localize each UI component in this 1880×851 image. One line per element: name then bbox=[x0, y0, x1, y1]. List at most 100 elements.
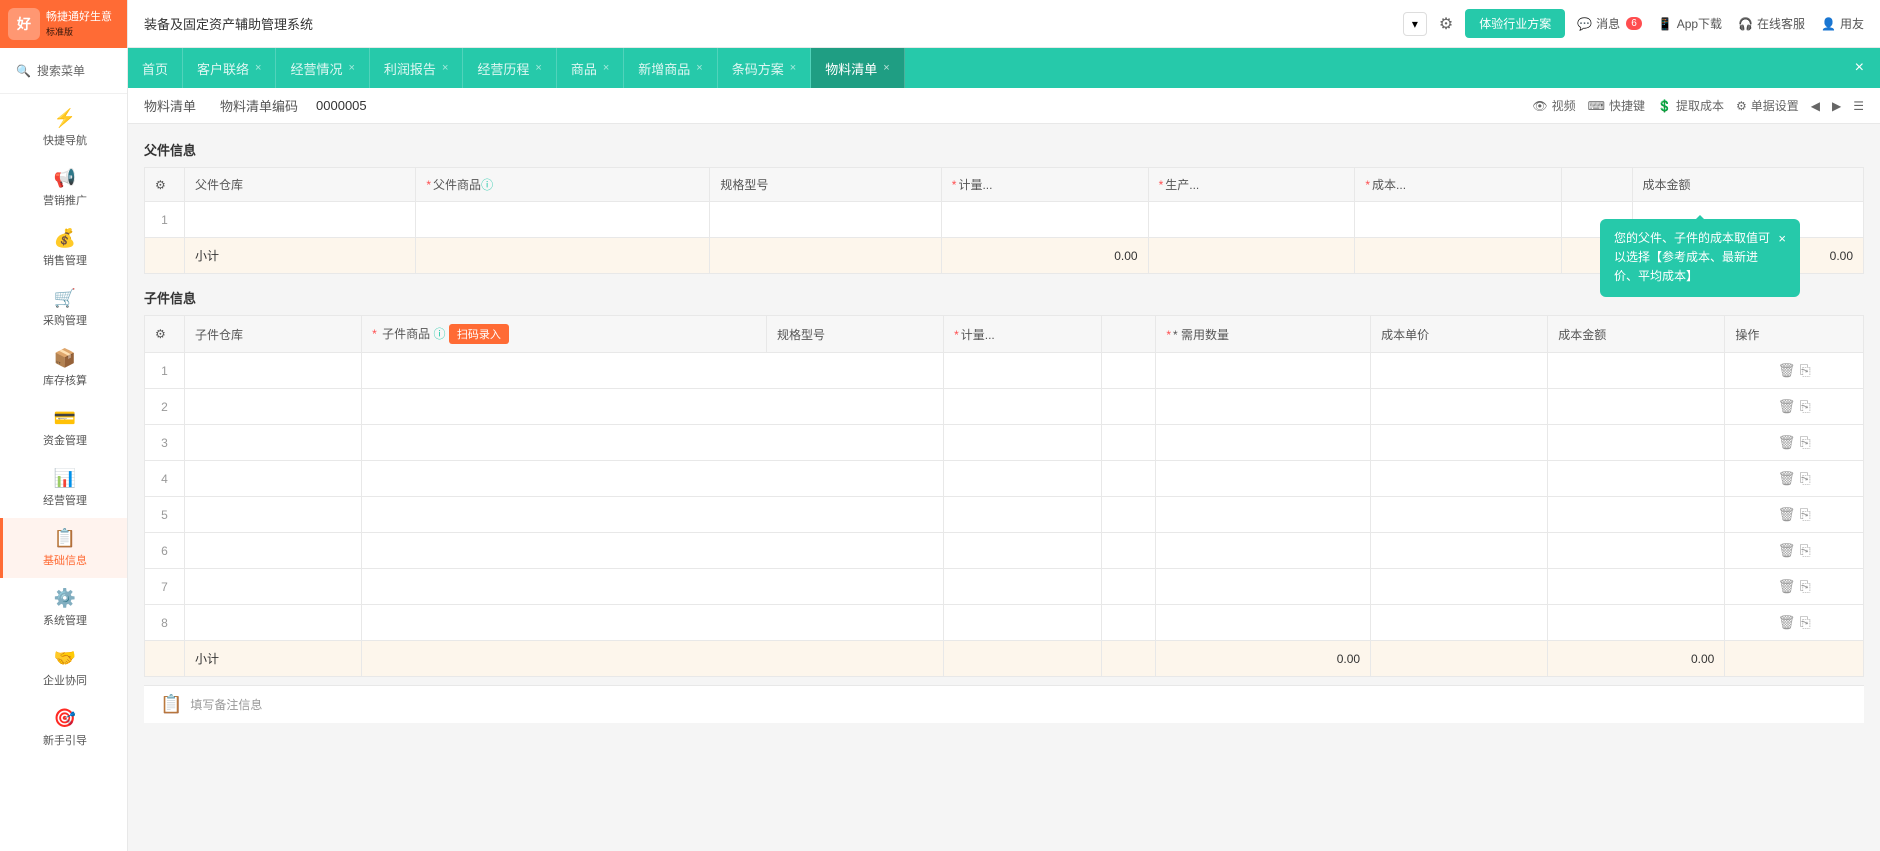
single-settings-action[interactable]: ⚙ 单据设置 bbox=[1736, 97, 1799, 114]
copy-icon[interactable]: ⎘ bbox=[1799, 470, 1810, 487]
nav-next[interactable]: ▶ bbox=[1832, 99, 1841, 113]
sidebar-item-system[interactable]: ⚙️ 系统管理 bbox=[0, 578, 127, 638]
tab-bom[interactable]: 物料清单 × bbox=[811, 48, 904, 88]
tab-goods-close[interactable]: × bbox=[603, 62, 609, 74]
child-row-goods[interactable] bbox=[362, 353, 944, 389]
child-row-quantity[interactable] bbox=[1156, 533, 1371, 569]
copy-icon[interactable]: ⎘ bbox=[1799, 614, 1810, 631]
child-row-goods[interactable] bbox=[362, 461, 944, 497]
child-row-spec[interactable] bbox=[944, 605, 1102, 641]
child-row-warehouse[interactable] bbox=[185, 425, 362, 461]
copy-icon[interactable]: ⎘ bbox=[1799, 434, 1810, 451]
tab-add-goods-close[interactable]: × bbox=[696, 62, 702, 74]
child-row-warehouse[interactable] bbox=[185, 605, 362, 641]
child-row-spec[interactable] bbox=[944, 461, 1102, 497]
tab-profit-close[interactable]: × bbox=[442, 62, 448, 74]
child-row-warehouse[interactable] bbox=[185, 569, 362, 605]
child-row-unit[interactable] bbox=[1102, 425, 1156, 461]
parent-row-1-goods[interactable] bbox=[416, 202, 710, 238]
system-dropdown[interactable]: ▾ bbox=[1403, 12, 1427, 36]
child-row-warehouse[interactable] bbox=[185, 353, 362, 389]
copy-icon[interactable]: ⎘ bbox=[1799, 578, 1810, 595]
child-row-quantity[interactable] bbox=[1156, 353, 1371, 389]
child-row-spec[interactable] bbox=[944, 533, 1102, 569]
child-row-warehouse[interactable] bbox=[185, 533, 362, 569]
child-th-settings[interactable]: ⚙ bbox=[145, 316, 185, 353]
tab-add-goods[interactable]: 新增商品 × bbox=[624, 48, 717, 88]
child-row-quantity[interactable] bbox=[1156, 605, 1371, 641]
child-row-quantity[interactable] bbox=[1156, 389, 1371, 425]
nav-menu[interactable]: ☰ bbox=[1853, 99, 1864, 113]
child-row-quantity[interactable] bbox=[1156, 461, 1371, 497]
online-service-action[interactable]: 🎧 在线客服 bbox=[1738, 15, 1805, 32]
child-row-unit[interactable] bbox=[1102, 533, 1156, 569]
copy-icon[interactable]: ⎘ bbox=[1799, 506, 1810, 523]
extract-cost-action[interactable]: 💲 提取成本 bbox=[1657, 97, 1724, 114]
delete-icon[interactable]: 🗑 bbox=[1778, 542, 1796, 559]
tab-goods[interactable]: 商品 × bbox=[557, 48, 624, 88]
child-row-unit[interactable] bbox=[1102, 605, 1156, 641]
tab-history-close[interactable]: × bbox=[535, 62, 541, 74]
user-action[interactable]: 👤 用友 bbox=[1821, 15, 1864, 32]
sidebar-item-purchase[interactable]: 🛒 采购管理 bbox=[0, 278, 127, 338]
parent-row-1-spec[interactable] bbox=[710, 202, 941, 238]
child-row-warehouse[interactable] bbox=[185, 461, 362, 497]
tabbar-close-all[interactable]: × bbox=[1847, 59, 1872, 77]
child-row-unit[interactable] bbox=[1102, 569, 1156, 605]
view-action[interactable]: 👁 视频 bbox=[1532, 97, 1575, 114]
tab-bom-close[interactable]: × bbox=[883, 62, 889, 74]
child-row-spec[interactable] bbox=[944, 569, 1102, 605]
child-row-goods[interactable] bbox=[362, 389, 944, 425]
parent-row-1-production[interactable] bbox=[1148, 202, 1355, 238]
tab-home[interactable]: 首页 bbox=[128, 48, 183, 88]
tab-operations-close[interactable]: × bbox=[348, 62, 354, 74]
child-row-spec[interactable] bbox=[944, 425, 1102, 461]
tab-barcode[interactable]: 条码方案 × bbox=[718, 48, 811, 88]
sidebar-item-operations[interactable]: 📊 经营管理 bbox=[0, 458, 127, 518]
child-row-warehouse[interactable] bbox=[185, 389, 362, 425]
child-row-warehouse[interactable] bbox=[185, 497, 362, 533]
scan-button[interactable]: 扫码录入 bbox=[449, 324, 509, 344]
sidebar-item-inventory[interactable]: 📦 库存核算 bbox=[0, 338, 127, 398]
settings-icon[interactable]: ⚙ bbox=[1439, 14, 1453, 34]
delete-icon[interactable]: 🗑 bbox=[1778, 470, 1796, 487]
message-action[interactable]: 💬 消息 6 bbox=[1577, 15, 1642, 32]
tab-history[interactable]: 经营历程 × bbox=[463, 48, 556, 88]
child-row-unit[interactable] bbox=[1102, 461, 1156, 497]
parent-row-1-cost[interactable] bbox=[1355, 202, 1562, 238]
nav-prev[interactable]: ◀ bbox=[1811, 99, 1820, 113]
child-row-quantity[interactable] bbox=[1156, 569, 1371, 605]
child-row-goods[interactable] bbox=[362, 497, 944, 533]
tab-barcode-close[interactable]: × bbox=[790, 62, 796, 74]
sidebar-item-enterprise[interactable]: 🤝 企业协同 bbox=[0, 638, 127, 698]
copy-icon[interactable]: ⎘ bbox=[1799, 362, 1810, 379]
trial-button[interactable]: 体验行业方案 bbox=[1465, 9, 1565, 38]
delete-icon[interactable]: 🗑 bbox=[1778, 362, 1796, 379]
child-row-quantity[interactable] bbox=[1156, 425, 1371, 461]
tab-customer-close[interactable]: × bbox=[255, 62, 261, 74]
tab-customer[interactable]: 客户联络 × bbox=[183, 48, 276, 88]
sidebar-item-guide[interactable]: 🎯 新手引导 bbox=[0, 698, 127, 758]
shortcut-action[interactable]: ⌨ 快捷键 bbox=[1588, 97, 1645, 114]
sidebar-item-marketing[interactable]: 📢 营销推广 bbox=[0, 158, 127, 218]
child-row-quantity[interactable] bbox=[1156, 497, 1371, 533]
child-row-goods[interactable] bbox=[362, 569, 944, 605]
parent-row-1-warehouse[interactable] bbox=[185, 202, 416, 238]
child-row-unit[interactable] bbox=[1102, 389, 1156, 425]
child-row-goods[interactable] bbox=[362, 425, 944, 461]
tab-profit[interactable]: 利润报告 × bbox=[370, 48, 463, 88]
copy-icon[interactable]: ⎘ bbox=[1799, 542, 1810, 559]
delete-icon[interactable]: 🗑 bbox=[1778, 506, 1796, 523]
child-row-goods[interactable] bbox=[362, 533, 944, 569]
delete-icon[interactable]: 🗑 bbox=[1778, 398, 1796, 415]
child-row-unit[interactable] bbox=[1102, 353, 1156, 389]
sidebar-item-basic-info[interactable]: 📋 基础信息 bbox=[0, 518, 127, 578]
tooltip-close[interactable]: × bbox=[1778, 229, 1786, 250]
sidebar-item-finance[interactable]: 💳 资金管理 bbox=[0, 398, 127, 458]
breadcrumb-bom[interactable]: 物料清单 bbox=[144, 96, 196, 115]
note-icon[interactable]: 📋 bbox=[160, 694, 182, 715]
parent-th-settings[interactable]: ⚙ bbox=[145, 168, 185, 202]
search-menu-button[interactable]: 🔍 搜索菜单 bbox=[8, 56, 119, 85]
delete-icon[interactable]: 🗑 bbox=[1778, 434, 1796, 451]
sidebar-item-quick-nav[interactable]: ⚡ 快捷导航 bbox=[0, 98, 127, 158]
